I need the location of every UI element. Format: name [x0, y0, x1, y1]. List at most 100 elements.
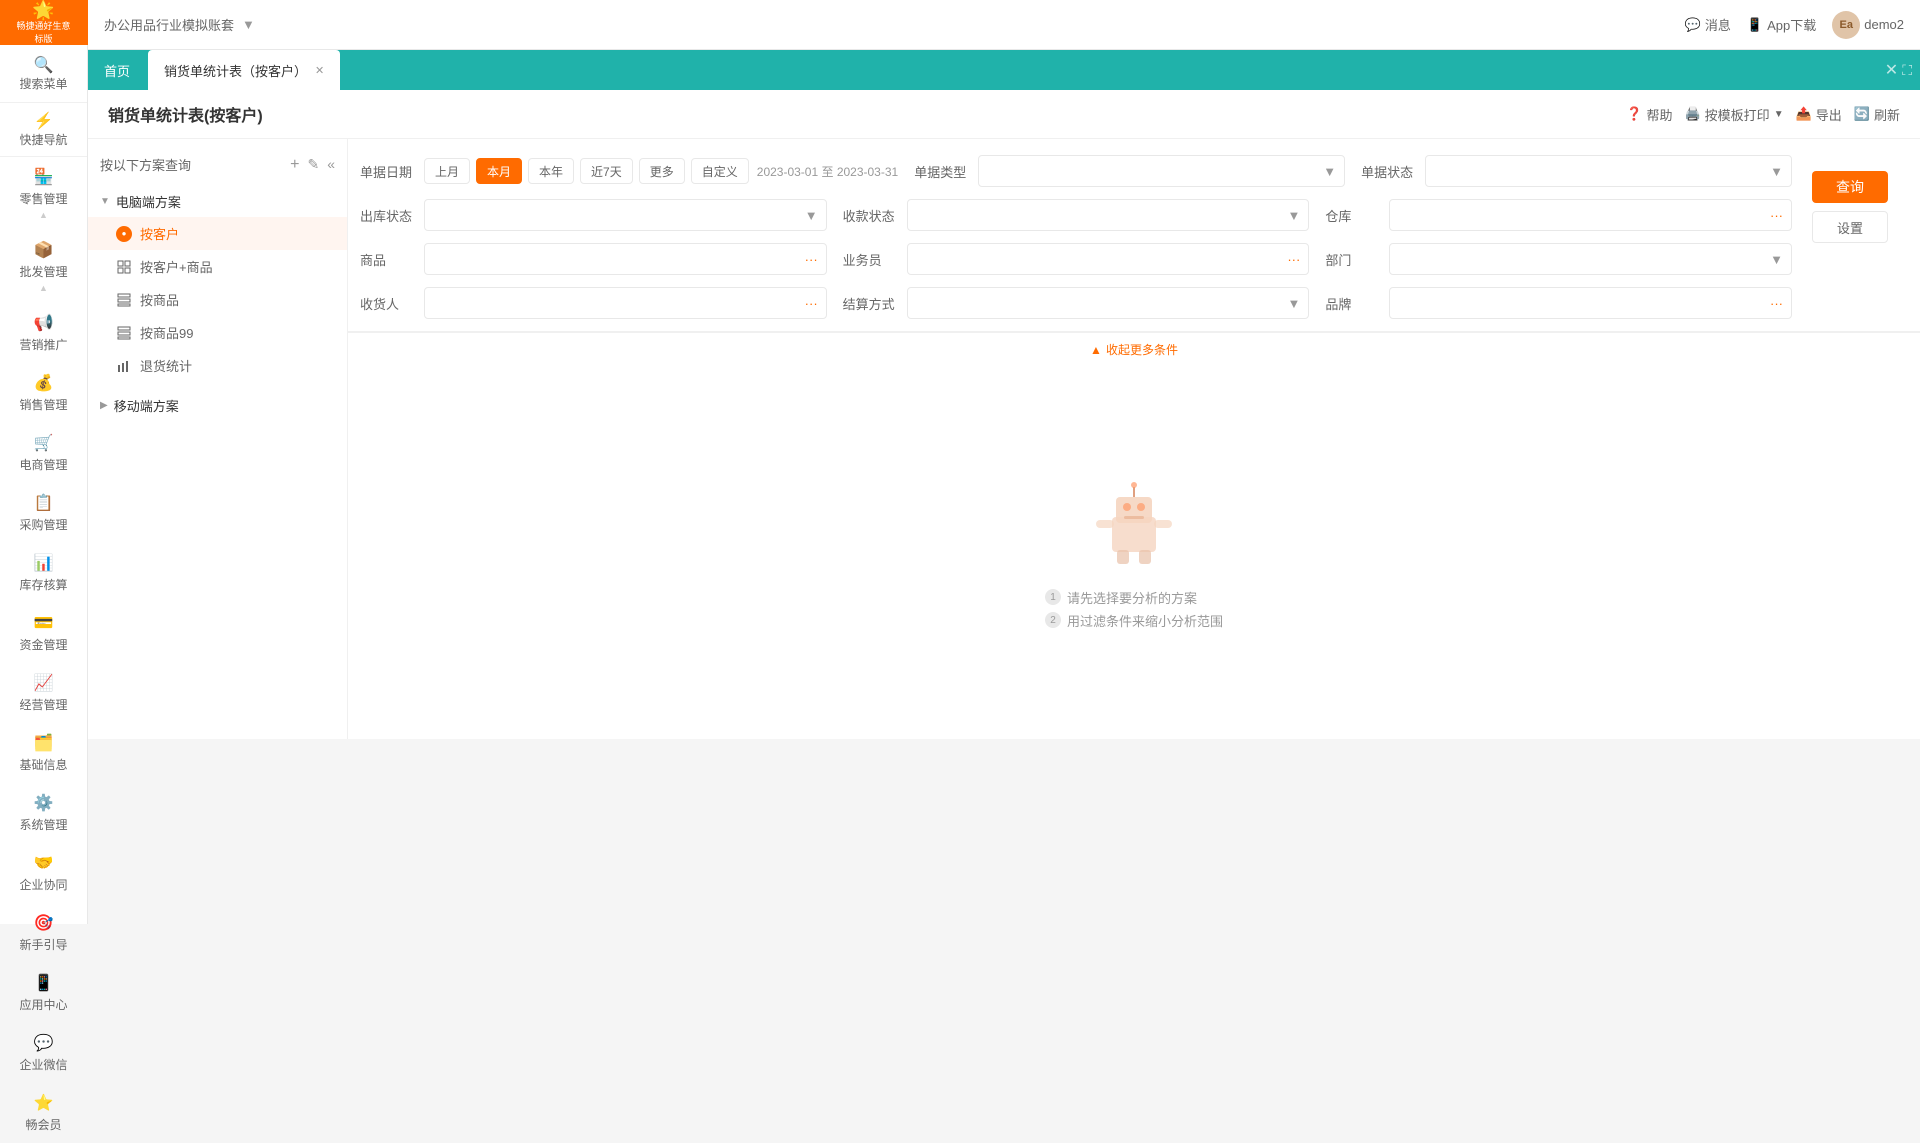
tab-close-all-icon[interactable]: ✕ [1885, 60, 1898, 80]
sidebar: 🌟 畅捷通好生意 标版 🔍 搜索菜单 ⚡ 快捷导航 🏪 零售管理 ▲ 📦 批发管… [0, 0, 88, 924]
sidebar-item-basics[interactable]: 🗂️ 基础信息 [0, 723, 87, 783]
settlement-input[interactable]: ▼ [907, 287, 1310, 319]
sidebar-item-sales[interactable]: 💰 销售管理 [0, 363, 87, 423]
sidebar-item-system[interactable]: ⚙️ 系统管理 [0, 783, 87, 843]
scheme-group-desktop-title[interactable]: ▼ 电脑端方案 [88, 186, 347, 217]
sidebar-item-ecommerce[interactable]: 🛒 电商管理 [0, 423, 87, 483]
department-arrow: ▼ [1770, 252, 1783, 267]
scheme-add-icon[interactable]: + [290, 156, 299, 174]
sidebar-label-member: 畅会员 [25, 1116, 61, 1133]
app-download-button[interactable]: 📱 App下载 [1747, 15, 1816, 34]
sidebar-item-newbie[interactable]: 🎯 新手引导 [0, 903, 87, 963]
date-btn-this-year[interactable]: 本年 [528, 158, 574, 184]
scheme-panel: 按以下方案查询 + ✎ « ▼ 电脑端方案 ● 按客户 [88, 139, 348, 739]
filter-row-3: 商品 ··· 业务员 ··· [360, 243, 1792, 275]
message-button[interactable]: 💬 消息 [1685, 15, 1731, 34]
sidebar-item-member[interactable]: ⭐ 畅会员 [0, 1083, 87, 1143]
brand-label: 品牌 [1325, 294, 1381, 313]
filter-field-goods: 商品 ··· [360, 243, 827, 275]
warehouse-input[interactable]: ··· [1389, 199, 1792, 231]
search-menu[interactable]: 🔍 搜索菜单 [0, 45, 87, 103]
settings-button[interactable]: 设置 [1812, 211, 1888, 243]
goods-input[interactable]: ··· [424, 243, 827, 275]
scheme-edit-icon[interactable]: ✎ [307, 156, 319, 174]
return-stats-icon [116, 358, 132, 374]
quick-nav[interactable]: ⚡ 快捷导航 [0, 103, 87, 157]
settlement-label: 结算方式 [843, 294, 899, 313]
sidebar-item-marketing[interactable]: 📢 营销推广 [0, 303, 87, 363]
filter-results-area: 单据日期 上月 本月 本年 近7天 更多 自定义 2023-03-01 至 20… [348, 139, 1920, 739]
scheme-item-by-goods[interactable]: 按商品 [88, 283, 347, 316]
date-btn-last-7days[interactable]: 近7天 [580, 158, 633, 184]
date-btn-last-month[interactable]: 上月 [424, 158, 470, 184]
out-status-label: 出库状态 [360, 206, 416, 225]
doc-type-input[interactable]: ▼ [978, 155, 1345, 187]
out-status-input[interactable]: ▼ [424, 199, 827, 231]
by-goods-label: 按商品 [140, 290, 179, 309]
tab-home[interactable]: 首页 [88, 50, 146, 90]
empty-state: 1 请先选择要分析的方案 2 用过滤条件来缩小分析范围 [348, 366, 1920, 739]
desktop-group-label: 电脑端方案 [116, 192, 181, 211]
sidebar-item-enterprise[interactable]: 🤝 企业协同 [0, 843, 87, 903]
scheme-item-by-goods-99[interactable]: 按商品99 [88, 316, 347, 349]
doc-type-label: 单据类型 [914, 162, 970, 181]
tab-sales-stats[interactable]: 销货单统计表（按客户） ✕ [148, 50, 340, 90]
help-button[interactable]: ❓ 帮助 [1626, 105, 1672, 124]
print-button[interactable]: 🖨️ 按模板打印 ▼ [1684, 105, 1783, 124]
print-icon: 🖨️ [1684, 106, 1700, 122]
sidebar-label-operation: 经营管理 [19, 696, 67, 713]
retail-icon: 🏪 [34, 167, 54, 187]
scheme-group-mobile-title[interactable]: ▶ 移动端方案 [88, 390, 347, 421]
sidebar-item-operation[interactable]: 📈 经营管理 [0, 663, 87, 723]
collapse-bar[interactable]: ▲ 收起更多条件 [348, 332, 1920, 366]
by-customer-label: 按客户 [140, 224, 179, 243]
user-menu[interactable]: Ea demo2 [1832, 11, 1904, 39]
filter-field-receiver: 收货人 ··· [360, 287, 827, 319]
filter-field-brand: 品牌 ··· [1325, 287, 1792, 319]
scheme-item-return-stats[interactable]: 退货统计 [88, 349, 347, 382]
doc-status-input[interactable]: ▼ [1425, 155, 1792, 187]
date-btn-this-month[interactable]: 本月 [476, 158, 522, 184]
filter-field-doc-status: 单据状态 ▼ [1361, 155, 1792, 187]
message-icon: 💬 [1685, 17, 1701, 33]
date-btn-more[interactable]: 更多 [639, 158, 685, 184]
sidebar-item-wholesale[interactable]: 📦 批发管理 ▲ [0, 230, 87, 303]
sidebar-item-wechat[interactable]: 💬 企业微信 [0, 1023, 87, 1083]
sidebar-item-app-center[interactable]: 📱 应用中心 [0, 963, 87, 1023]
empty-hints: 1 请先选择要分析的方案 2 用过滤条件来缩小分析范围 [1045, 588, 1223, 634]
sidebar-item-inventory[interactable]: 📊 库存核算 [0, 543, 87, 603]
receipt-status-input[interactable]: ▼ [907, 199, 1310, 231]
sidebar-item-finance[interactable]: 💳 资金管理 [0, 603, 87, 663]
hint-text-2: 用过滤条件来缩小分析范围 [1067, 611, 1223, 630]
content-body: 按以下方案查询 + ✎ « ▼ 电脑端方案 ● 按客户 [88, 139, 1920, 739]
scheme-item-by-customer[interactable]: ● 按客户 [88, 217, 347, 250]
sidebar-label-finance: 资金管理 [19, 636, 67, 653]
by-customer-icon: ● [116, 226, 132, 242]
by-goods-icon [116, 292, 132, 308]
receiver-input[interactable]: ··· [424, 287, 827, 319]
department-input[interactable]: ▼ [1389, 243, 1792, 275]
suite-dropdown-arrow[interactable]: ▼ [242, 17, 255, 32]
hint-num-2: 2 [1045, 612, 1061, 628]
content-area: 销货单统计表(按客户) ❓ 帮助 🖨️ 按模板打印 ▼ 📤 导出 🔄 刷新 [88, 90, 1920, 924]
refresh-button[interactable]: 🔄 刷新 [1854, 105, 1900, 124]
date-btn-custom[interactable]: 自定义 [691, 158, 749, 184]
scheme-collapse-icon[interactable]: « [327, 156, 335, 174]
scheme-item-by-customer-goods[interactable]: 按客户+商品 [88, 250, 347, 283]
filter-row-2: 出库状态 ▼ 收款状态 ▼ [360, 199, 1792, 231]
tab-close-icon[interactable]: ✕ [315, 64, 324, 77]
salesman-input[interactable]: ··· [907, 243, 1310, 275]
page-actions: ❓ 帮助 🖨️ 按模板打印 ▼ 📤 导出 🔄 刷新 [1626, 105, 1900, 136]
sidebar-label-app-center: 应用中心 [19, 996, 67, 1013]
by-goods-99-icon [116, 325, 132, 341]
sidebar-item-retail[interactable]: 🏪 零售管理 ▲ [0, 157, 87, 230]
collapse-arrow: ▲ [1090, 343, 1102, 357]
query-button[interactable]: 查询 [1812, 171, 1888, 203]
tab-maximize-icon[interactable]: ⛶ [1902, 62, 1912, 79]
brand-input[interactable]: ··· [1389, 287, 1792, 319]
doc-type-arrow: ▼ [1323, 164, 1336, 179]
sidebar-item-purchase[interactable]: 📋 采购管理 [0, 483, 87, 543]
print-dropdown-arrow[interactable]: ▼ [1774, 109, 1784, 120]
app-logo: 🌟 畅捷通好生意 标版 [0, 0, 88, 45]
export-button[interactable]: 📤 导出 [1796, 105, 1842, 124]
